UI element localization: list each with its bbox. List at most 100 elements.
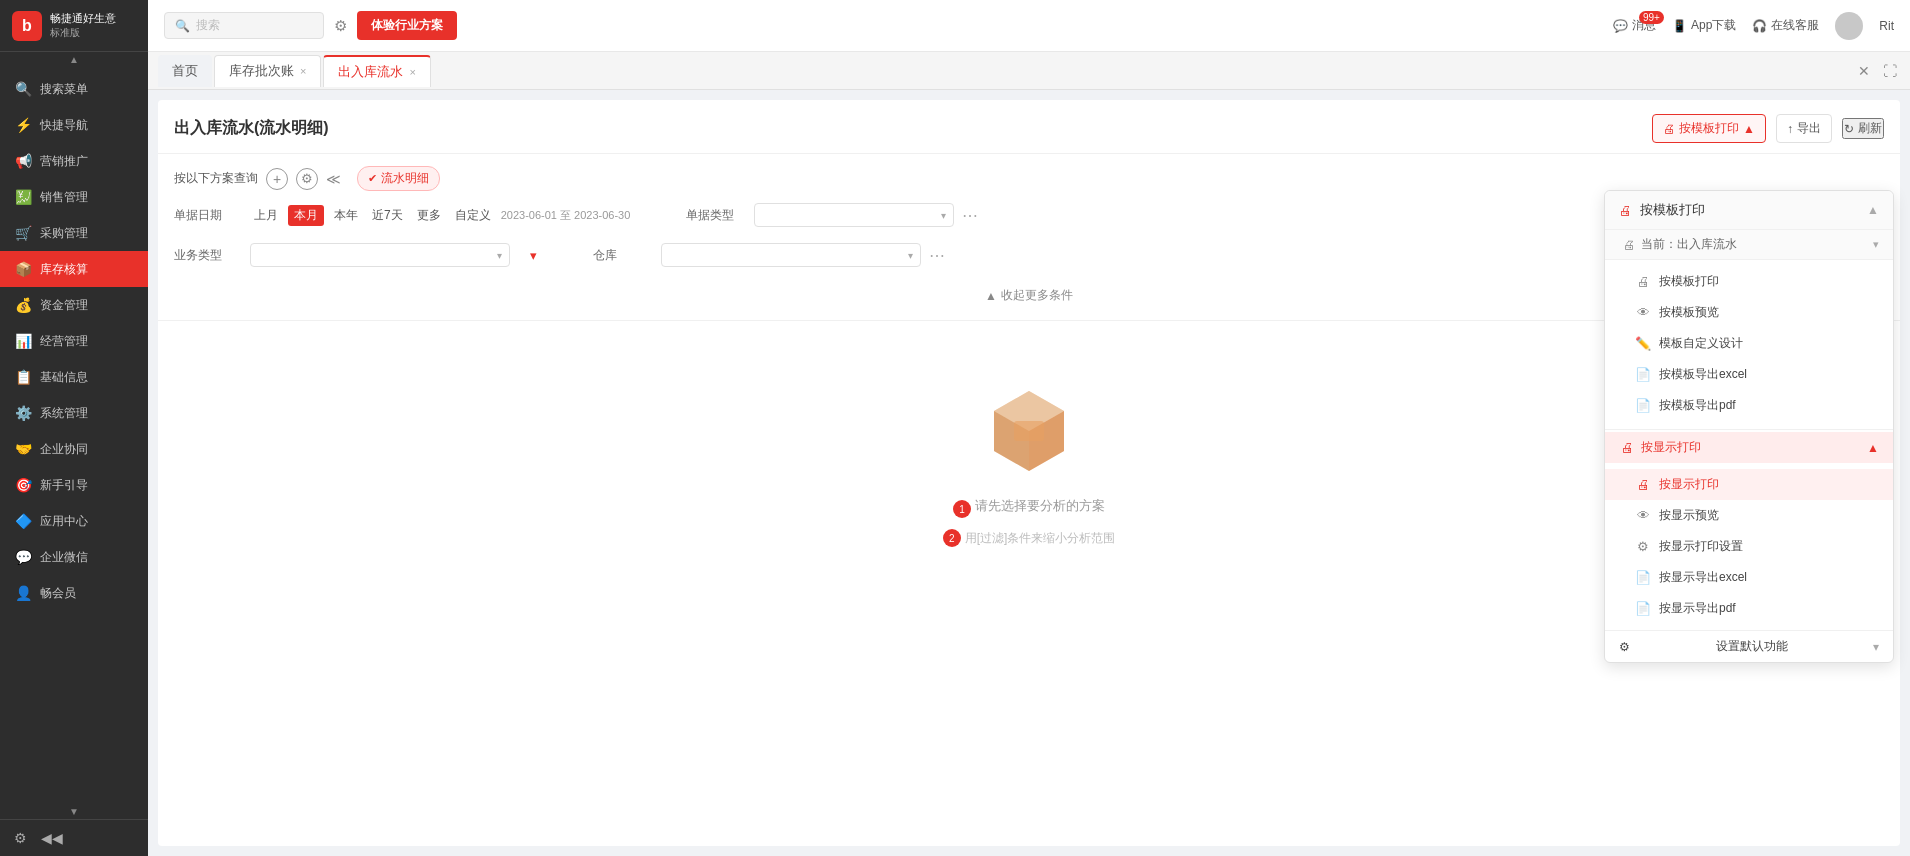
empty-image [979,381,1079,481]
biz-type-select[interactable] [250,243,510,267]
dropdown-current-arrow: ▾ [1873,238,1879,251]
warehouse-label: 仓库 [593,247,653,264]
sidebar-item-quicknav[interactable]: ⚡ 快捷导航 [0,107,148,143]
page-content: 出入库流水(流水明细) 🖨 按模板打印 ▲ ↑ 导出 ↻ 刷新 [148,90,1910,856]
dropdown-template-print-item[interactable]: 🖨 按模板打印 [1605,266,1893,297]
filter-add-btn[interactable]: + [266,168,288,190]
template-print-btn[interactable]: 🖨 按模板打印 ▲ [1652,114,1766,143]
sidebar-item-wechat[interactable]: 💬 企业微信 [0,539,148,575]
biz-select-wrapper [250,243,510,267]
message-badge: 99+ [1639,11,1664,24]
logo-sub: 标准版 [50,26,116,40]
filter-settings-btn[interactable]: ⚙ [296,168,318,190]
dropdown-display-preview-item[interactable]: 👁 按显示预览 [1605,500,1893,531]
service-btn[interactable]: 🎧 在线客服 [1752,17,1819,34]
footer-collapse-icon[interactable]: ◀◀ [41,830,63,846]
sidebar-item-member[interactable]: 👤 畅会员 [0,575,148,611]
biz-more-btn[interactable]: ▾ [530,248,537,263]
dropdown-template-group: 🖨 按模板打印 👁 按模板预览 ✏️ 模板自定义设计 📄 按模板导出excel … [1605,260,1893,427]
app-download-btn[interactable]: 📱 App下载 [1672,17,1736,34]
topbar-settings-icon[interactable]: ⚙ [334,17,347,35]
template-excel-icon: 📄 [1635,367,1651,383]
topbar-search-box[interactable]: 🔍 搜索 [164,12,324,39]
tab-home[interactable]: 首页 [158,55,212,87]
dropdown-template-pdf-item[interactable]: 📄 按模板导出pdf [1605,390,1893,421]
sidebar-item-search[interactable]: 🔍 搜索菜单 [0,71,148,107]
refresh-icon: ↻ [1844,122,1854,136]
tab-inout-flow[interactable]: 出入库流水 × [323,55,430,87]
type-more-icon[interactable]: ⋯ [962,206,978,225]
sidebar-item-marketing[interactable]: 📢 营销推广 [0,143,148,179]
topbar-search-text: 搜索 [196,17,220,34]
sidebar-item-guide[interactable]: 🎯 新手引导 [0,467,148,503]
sidebar-item-purchase[interactable]: 🛒 采购管理 [0,215,148,251]
sidebar-item-operations[interactable]: 📊 经营管理 [0,323,148,359]
export-btn[interactable]: ↑ 导出 [1776,114,1832,143]
date-shortcut-lastmonth[interactable]: 上月 [250,205,282,226]
marketing-icon: 📢 [14,152,32,170]
sidebar-item-basics[interactable]: 📋 基础信息 [0,359,148,395]
warehouse-input[interactable] [661,243,921,267]
window-maximize-btn[interactable]: ⛶ [1880,61,1900,81]
page-header-actions: 🖨 按模板打印 ▲ ↑ 导出 ↻ 刷新 [1652,114,1884,143]
collapse-up-icon: ▲ [985,289,997,303]
dropdown-template-excel-item[interactable]: 📄 按模板导出excel [1605,359,1893,390]
user-avatar[interactable] [1835,12,1863,40]
checktag-liushui[interactable]: ✔ 流水明细 [357,166,440,191]
type-select[interactable] [754,203,954,227]
window-close-btn[interactable]: ✕ [1854,61,1874,81]
trial-btn[interactable]: 体验行业方案 [357,11,457,40]
message-btn[interactable]: 💬 消息 99+ [1613,17,1656,34]
tab-close-inout-flow[interactable]: × [409,66,415,78]
sidebar-item-apps[interactable]: 🔷 应用中心 [0,503,148,539]
tabs-bar: 首页 库存批次账 × 出入库流水 × ✕ ⛶ [148,52,1910,90]
display-settings-icon: ⚙ [1635,539,1651,555]
dropdown-collapse-btn[interactable]: ▲ [1867,203,1879,217]
sidebar-scroll-down[interactable]: ▼ [0,804,148,819]
tab-close-inventory-batch[interactable]: × [300,65,306,77]
sales-icon: 💹 [14,188,32,206]
sidebar-item-system[interactable]: ⚙️ 系统管理 [0,395,148,431]
dropdown-display-settings-item[interactable]: ⚙ 按显示打印设置 [1605,531,1893,562]
dropdown-display-excel-item[interactable]: 📄 按显示导出excel [1605,562,1893,593]
step2-num: 2 [943,529,961,547]
sidebar: b 畅捷通好生意 标准版 ▲ 🔍 搜索菜单 ⚡ 快捷导航 📢 营销推广 💹 销售… [0,0,148,856]
username-label[interactable]: Rit [1879,19,1894,33]
tab-inventory-batch[interactable]: 库存批次账 × [214,55,321,87]
refresh-btn[interactable]: ↻ 刷新 [1842,118,1884,139]
empty-step1: 1 请先选择要分析的方案 [953,497,1105,521]
date-shortcut-7days[interactable]: 近7天 [368,205,407,226]
filter-collapse-arrow[interactable]: ≪ [326,171,341,187]
sidebar-footer: ⚙ ◀◀ [0,819,148,856]
date-shortcut-more[interactable]: 更多 [413,205,445,226]
template-design-icon: ✏️ [1635,336,1651,352]
dropdown-display-pdf-item[interactable]: 📄 按显示导出pdf [1605,593,1893,624]
topbar-right: 💬 消息 99+ 📱 App下载 🎧 在线客服 Rit [1613,12,1894,40]
sidebar-item-enterprise[interactable]: 🤝 企业协同 [0,431,148,467]
dropdown-header: 🖨 按模板打印 ▲ [1605,191,1893,230]
sidebar-item-sales[interactable]: 💹 销售管理 [0,179,148,215]
dropdown-display-print-item[interactable]: 🖨 按显示打印 [1605,469,1893,500]
date-range-text: 2023-06-01 至 2023-06-30 [501,208,631,223]
dropdown-current-row: 🖨 当前：出入库流水 ▾ [1605,230,1893,260]
date-shortcut-thisyear[interactable]: 本年 [330,205,362,226]
footer-settings-icon[interactable]: ⚙ [14,830,27,846]
date-shortcut-thismonth[interactable]: 本月 [288,205,324,226]
sidebar-item-inventory[interactable]: 📦 库存核算 [0,251,148,287]
finance-icon: 💰 [14,296,32,314]
dropdown-template-design-item[interactable]: ✏️ 模板自定义设计 [1605,328,1893,359]
dropdown-display-group: 🖨 按显示打印 👁 按显示预览 ⚙ 按显示打印设置 📄 按显示导出excel 📄 [1605,463,1893,630]
warehouse-more-icon[interactable]: ⋯ [929,246,945,265]
date-shortcut-custom[interactable]: 自定义 [451,205,495,226]
dropdown-display-section-header[interactable]: 🖨 按显示打印 ▲ [1605,432,1893,463]
topbar-search-icon: 🔍 [175,19,190,33]
dropdown-template-preview-item[interactable]: 👁 按模板预览 [1605,297,1893,328]
topbar: 🔍 搜索 ⚙ 体验行业方案 💬 消息 99+ 📱 App下载 🎧 在线客服 Ri… [148,0,1910,52]
display-section-chevron: ▲ [1867,441,1879,455]
empty-step2: 2 用[过滤]条件来缩小分析范围 [943,529,1116,547]
sidebar-item-finance[interactable]: 💰 资金管理 [0,287,148,323]
checktag-icon: ✔ [368,172,377,185]
dropdown-footer[interactable]: ⚙ 设置默认功能 ▾ [1605,630,1893,662]
sidebar-scroll-up[interactable]: ▲ [0,52,148,67]
dropdown-divider [1605,429,1893,430]
